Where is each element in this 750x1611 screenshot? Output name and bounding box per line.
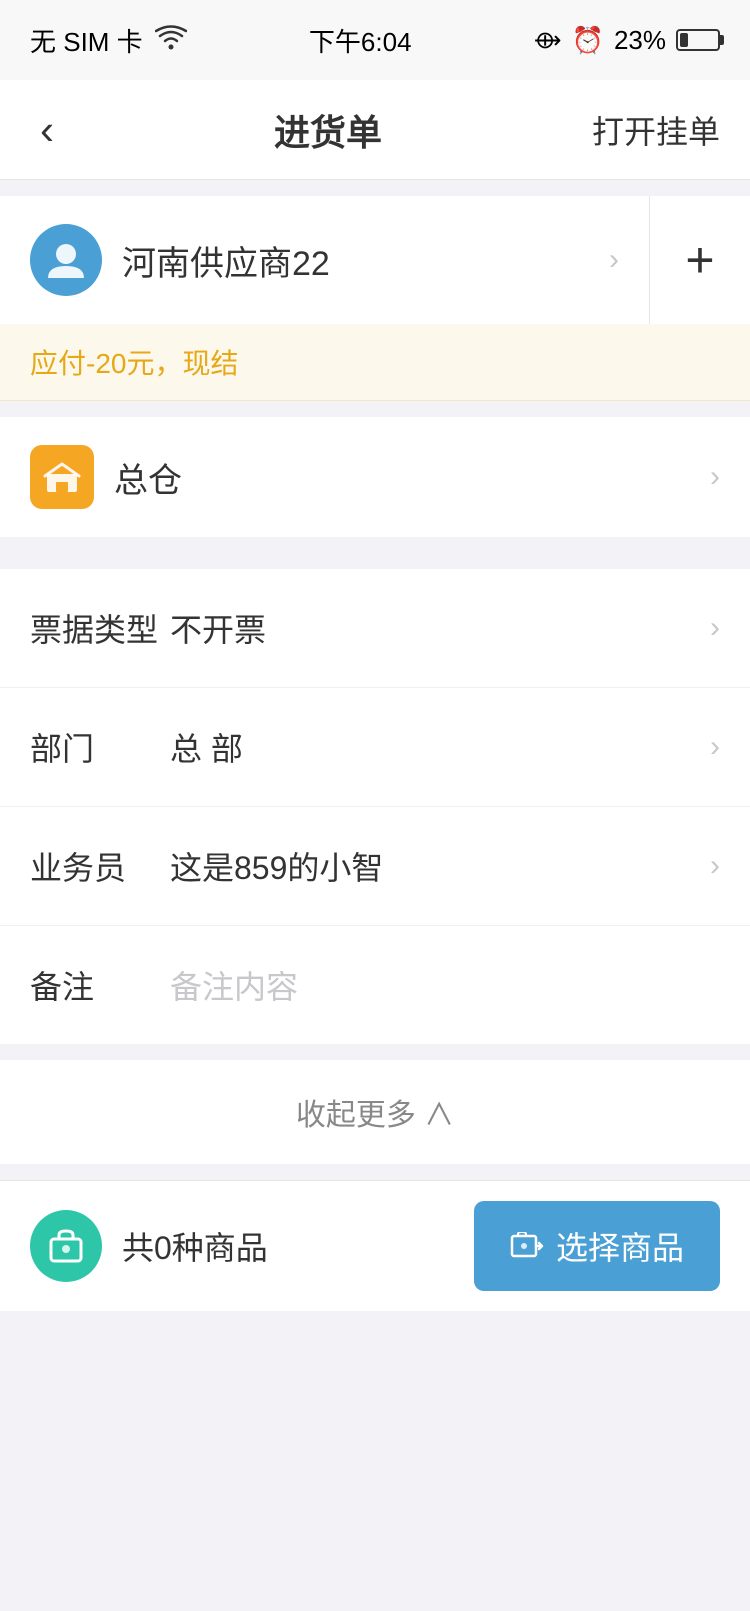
invoice-type-row[interactable]: 票据类型 不开票 › — [0, 569, 750, 688]
supplier-name: 河南供应商22 — [122, 236, 599, 285]
warehouse-selector[interactable]: 总仓 › — [0, 417, 750, 537]
salesperson-value: 这是859的小智 — [170, 843, 700, 889]
page-background — [0, 1311, 750, 1611]
nav-bar: ‹ 进货单 打开挂单 — [0, 80, 750, 180]
collapse-card: 收起更多 ∧ — [0, 1060, 750, 1164]
warehouse-icon — [30, 445, 94, 509]
collapse-label: 收起更多 ∧ — [296, 1090, 454, 1134]
location-icon: ⟴ — [534, 26, 562, 55]
content: 河南供应商22 › + 应付-20元，现结 总仓 › 票据类型 不 — [0, 180, 750, 1611]
status-right: ⟴ ⏰ 23% — [534, 25, 720, 56]
department-label: 部门 — [30, 724, 170, 770]
bottom-bar: 共0种商品 选择商品 — [0, 1180, 750, 1311]
open-pending-button[interactable]: 打开挂单 — [592, 107, 720, 153]
invoice-type-chevron-icon: › — [710, 611, 720, 645]
status-bar: 无 SIM 卡 下午6:04 ⟴ ⏰ 23% — [0, 0, 750, 80]
notice-banner: 应付-20元，现结 — [0, 324, 750, 401]
salesperson-chevron-icon: › — [710, 849, 720, 883]
form-section: 票据类型 不开票 › 部门 总 部 › 业务员 这是859的小智 › 备注 备注… — [0, 569, 750, 1044]
product-count-text: 共0种商品 — [122, 1223, 454, 1269]
supplier-selector[interactable]: 河南供应商22 › — [0, 196, 650, 324]
department-value: 总 部 — [170, 724, 700, 770]
department-chevron-icon: › — [710, 730, 720, 764]
back-button[interactable]: ‹ — [30, 96, 64, 164]
collapse-button[interactable]: 收起更多 ∧ — [0, 1060, 750, 1164]
battery-icon — [676, 29, 720, 51]
battery-percent: 23% — [614, 25, 666, 56]
wifi-icon — [155, 24, 187, 57]
top-divider — [0, 180, 750, 196]
page-title: 进货单 — [274, 104, 382, 156]
invoice-type-value: 不开票 — [170, 605, 700, 651]
select-goods-icon — [510, 1232, 544, 1260]
add-supplier-button[interactable]: + — [650, 196, 750, 324]
select-goods-label: 选择商品 — [556, 1223, 684, 1269]
battery-fill — [680, 33, 688, 47]
divider-1 — [0, 401, 750, 417]
supplier-chevron-icon: › — [609, 243, 619, 277]
notice-text: 应付-20元，现结 — [30, 348, 238, 379]
alarm-icon: ⏰ — [572, 25, 604, 56]
remark-label: 备注 — [30, 962, 170, 1008]
department-row[interactable]: 部门 总 部 › — [0, 688, 750, 807]
divider-2 — [0, 553, 750, 569]
salesperson-row[interactable]: 业务员 这是859的小智 › — [0, 807, 750, 926]
warehouse-chevron-icon: › — [710, 460, 720, 494]
invoice-type-label: 票据类型 — [30, 605, 170, 651]
status-left: 无 SIM 卡 — [30, 22, 187, 59]
warehouse-name: 总仓 — [114, 453, 700, 502]
select-goods-button[interactable]: 选择商品 — [474, 1201, 720, 1291]
carrier-label: 无 SIM 卡 — [30, 22, 143, 59]
salesperson-label: 业务员 — [30, 843, 170, 889]
supplier-avatar — [30, 224, 102, 296]
remark-input[interactable]: 备注内容 — [170, 962, 720, 1008]
supplier-section: 河南供应商22 › + — [0, 196, 750, 324]
remark-row[interactable]: 备注 备注内容 — [0, 926, 750, 1044]
warehouse-card: 总仓 › — [0, 417, 750, 537]
time-label: 下午6:04 — [309, 22, 412, 59]
product-icon — [30, 1210, 102, 1282]
